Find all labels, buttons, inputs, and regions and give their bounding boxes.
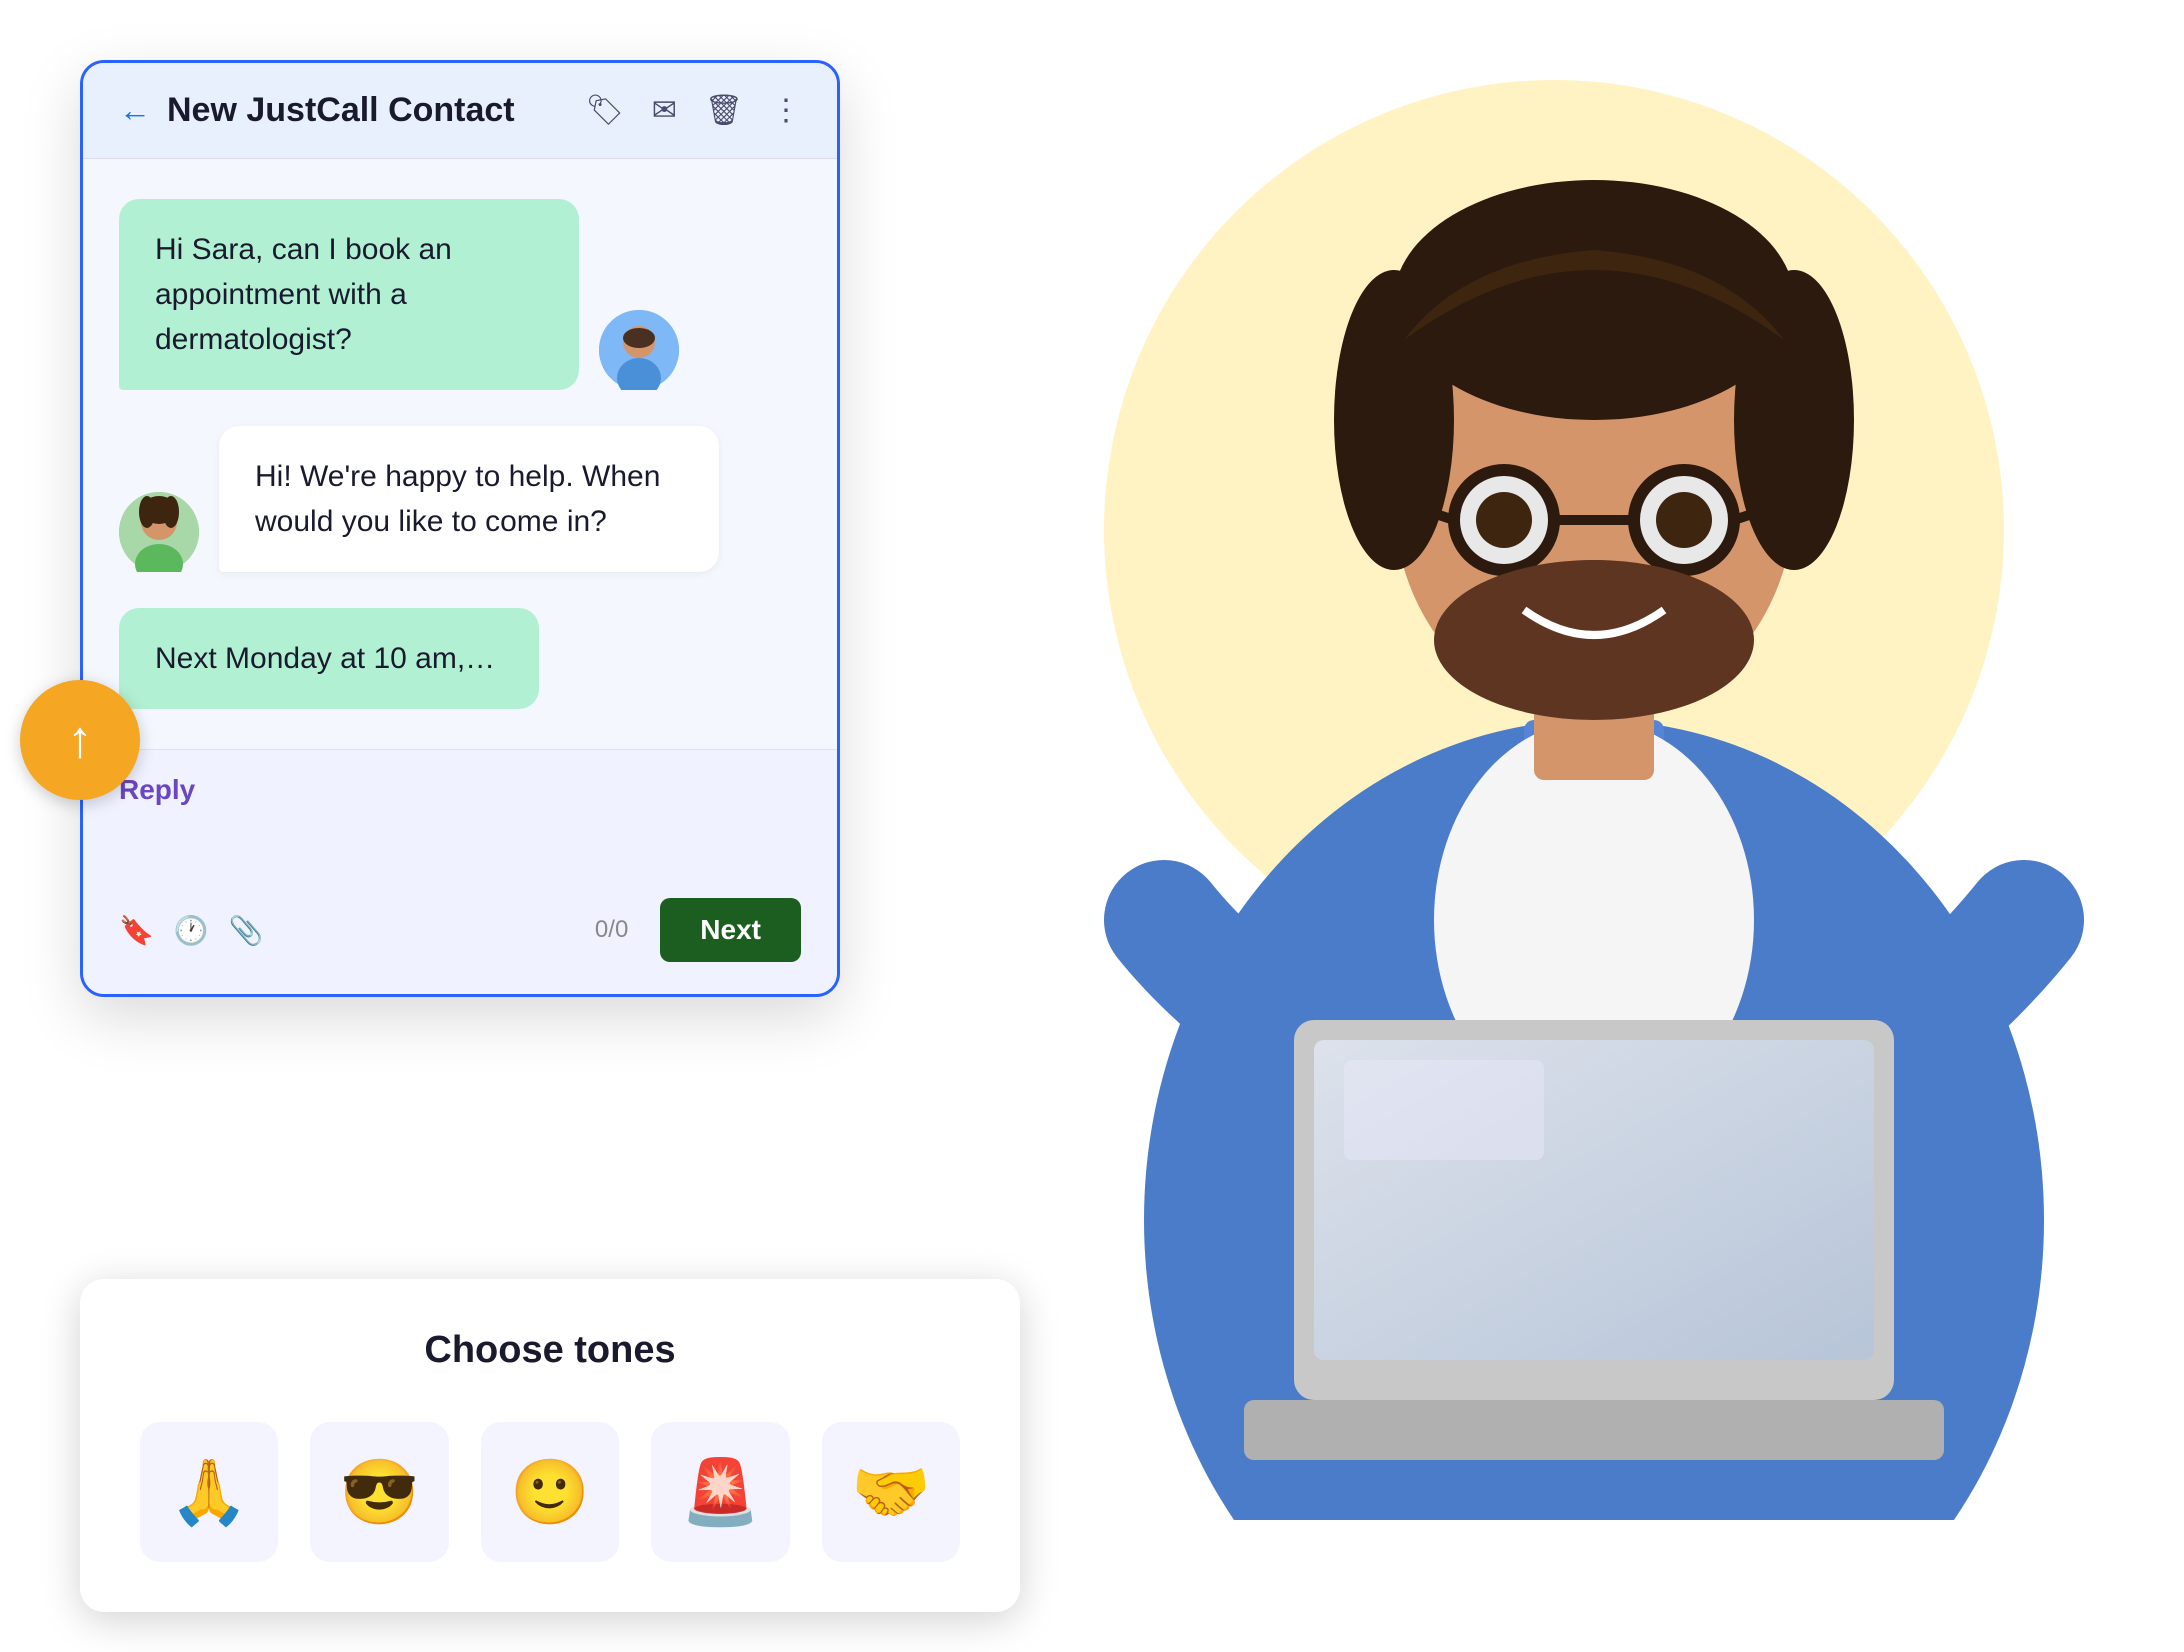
reply-label: Reply — [119, 774, 801, 806]
header-actions: 🏷 ✉ 🗑 ⋮ — [586, 93, 801, 128]
tone-alert[interactable]: 🚨 — [651, 1422, 789, 1562]
avatar-male — [599, 310, 679, 390]
next-button[interactable]: Next — [660, 898, 801, 962]
tone-handshake[interactable]: 🤝 — [822, 1422, 960, 1562]
message-row: Next Monday at 10 am, plea... — [119, 608, 801, 709]
upload-button[interactable]: ↑ — [20, 680, 140, 800]
reply-icons: 🔖 🕐 📎 — [119, 914, 264, 947]
reply-toolbar: 🔖 🕐 📎 0/0 Next — [119, 882, 801, 970]
tone-smile[interactable]: 🙂 — [481, 1422, 619, 1562]
mail-icon[interactable]: ✉ — [652, 93, 677, 128]
tone-cool[interactable]: 😎 — [310, 1422, 448, 1562]
upload-arrow-icon: ↑ — [67, 710, 93, 770]
more-icon[interactable]: ⋮ — [771, 93, 801, 128]
header-left: ← New JustCall Contact — [119, 91, 515, 130]
chat-card: ← New JustCall Contact 🏷 ✉ 🗑 ⋮ Hi Sara, … — [80, 60, 840, 997]
message-row: Hi Sara, can I book an appointment with … — [119, 199, 801, 390]
tones-title: Choose tones — [140, 1329, 960, 1372]
bookmark-icon[interactable]: 🔖 — [119, 914, 154, 947]
char-count: 0/0 — [595, 916, 628, 944]
chat-header: ← New JustCall Contact 🏷 ✉ 🗑 ⋮ — [83, 63, 837, 159]
tones-row: 🙏 😎 🙂 🚨 🤝 — [140, 1422, 960, 1562]
page-title: New JustCall Contact — [167, 91, 515, 130]
message-bubble-incoming: Hi! We're happy to help. When would you … — [219, 426, 719, 572]
tone-prayer[interactable]: 🙏 — [140, 1422, 278, 1562]
person-illustration — [1044, 20, 2144, 1520]
tones-panel: Choose tones 🙏 😎 🙂 🚨 🤝 — [80, 1279, 1020, 1612]
chat-body: Hi Sara, can I book an appointment with … — [83, 159, 837, 749]
reply-area: Reply 🔖 🕐 📎 0/0 Next — [83, 749, 837, 994]
avatar-female — [119, 492, 199, 572]
message-bubble-partial: Next Monday at 10 am, plea... — [119, 608, 539, 709]
clock-icon[interactable]: 🕐 — [174, 914, 209, 947]
attach-icon[interactable]: 📎 — [229, 914, 264, 947]
tag-icon[interactable]: 🏷 — [586, 93, 624, 128]
back-button[interactable]: ← — [119, 92, 151, 129]
message-row: Hi! We're happy to help. When would you … — [119, 426, 801, 572]
message-bubble-outgoing: Hi Sara, can I book an appointment with … — [119, 199, 579, 390]
page-container: ← New JustCall Contact 🏷 ✉ 🗑 ⋮ Hi Sara, … — [0, 0, 2184, 1652]
trash-icon[interactable]: 🗑 — [705, 93, 743, 128]
